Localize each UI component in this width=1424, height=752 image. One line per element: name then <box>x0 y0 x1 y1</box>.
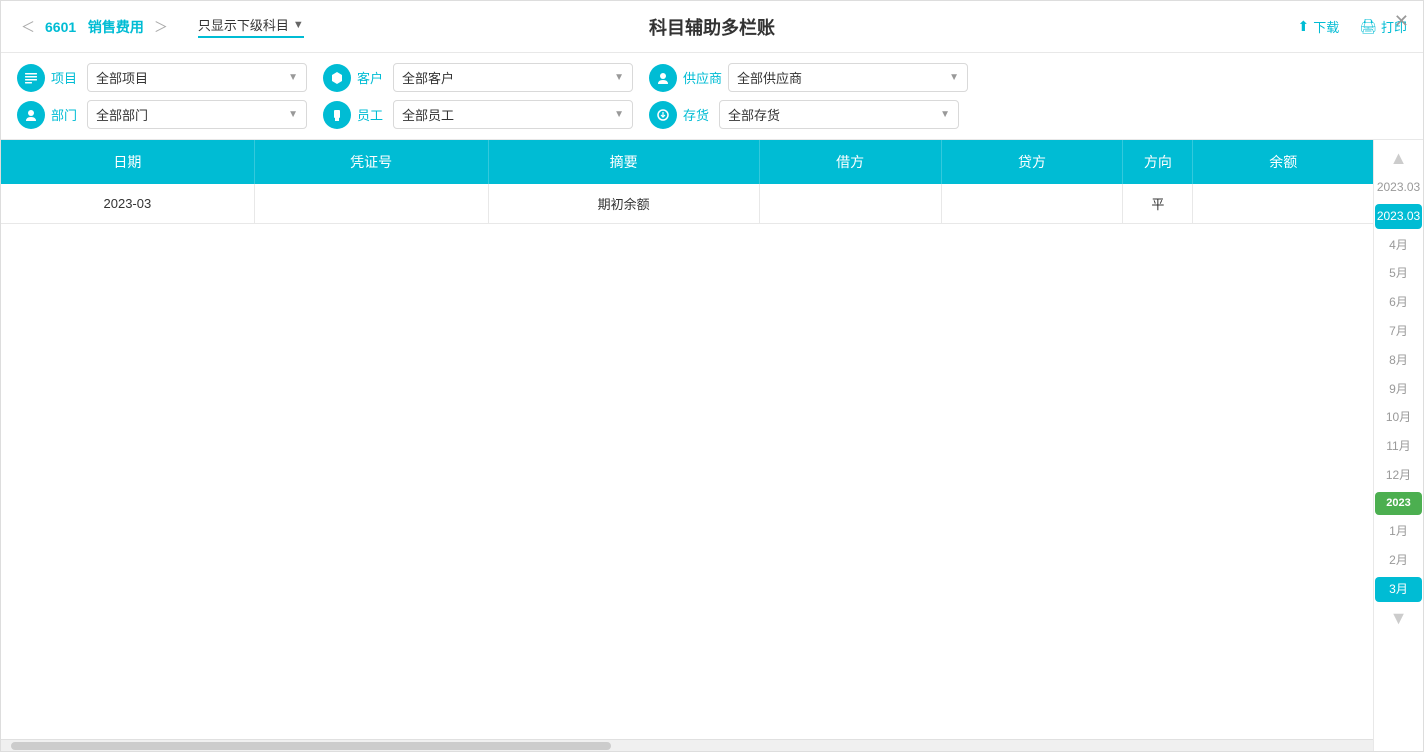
cell-summary: 期初余额 <box>488 184 759 224</box>
col-debit: 借方 <box>759 140 941 184</box>
download-icon: ⬆ <box>1297 18 1309 35</box>
main-window: ＜ 6601 销售费用 ＞ 只显示下级科目 ▼ 科目辅助多栏账 ⬆ 下载 🖨 打… <box>0 0 1424 752</box>
chevron-down-icon: ▼ <box>949 72 959 83</box>
right-sidebar: ▲ 2023.032023.034月5月6月7月8月9月10月11月12月202… <box>1373 140 1423 751</box>
filter-area: 项目 全部项目 ▼ 客户 全部客户 ▼ <box>1 53 1423 140</box>
inventory-icon <box>649 101 677 129</box>
filter-project: 项目 全部项目 ▼ <box>17 63 307 92</box>
sidebar-item[interactable]: 2月 <box>1373 546 1423 575</box>
project-label: 项目 <box>51 68 81 87</box>
chevron-down-icon: ▼ <box>293 19 304 31</box>
sidebar-item[interactable]: 8月 <box>1373 346 1423 375</box>
customer-select[interactable]: 全部客户 ▼ <box>393 63 633 92</box>
horizontal-scrollbar[interactable] <box>1 739 1373 751</box>
ledger-table: 日期 凭证号 摘要 借方 贷方 方向 余额 2023-03 期初余额 平 <box>1 140 1373 224</box>
sidebar-down-arrow[interactable]: ▼ <box>1386 604 1412 633</box>
sidebar-item[interactable]: 10月 <box>1373 403 1423 432</box>
inventory-label: 存货 <box>683 105 713 124</box>
sidebar-item[interactable]: 12月 <box>1373 461 1423 490</box>
employee-icon <box>323 101 351 129</box>
employee-label: 员工 <box>357 105 387 124</box>
col-balance: 余额 <box>1193 140 1373 184</box>
department-icon <box>17 101 45 129</box>
table-area: 日期 凭证号 摘要 借方 贷方 方向 余额 2023-03 期初余额 平 <box>1 140 1373 751</box>
customer-label: 客户 <box>357 68 387 87</box>
employee-select[interactable]: 全部员工 ▼ <box>393 100 633 129</box>
sidebar-item[interactable]: 6月 <box>1373 288 1423 317</box>
supplier-label: 供应商 <box>683 68 722 87</box>
supplier-icon <box>649 64 677 92</box>
supplier-select[interactable]: 全部供应商 ▼ <box>728 63 968 92</box>
col-summary: 摘要 <box>488 140 759 184</box>
filter-row-1: 项目 全部项目 ▼ 客户 全部客户 ▼ <box>17 63 1407 92</box>
page-title: 科目辅助多栏账 <box>649 14 775 40</box>
download-label: 下载 <box>1313 17 1339 36</box>
table-row: 2023-03 期初余额 平 <box>1 184 1373 224</box>
customer-icon <box>323 64 351 92</box>
chevron-down-icon: ▼ <box>288 72 298 83</box>
nav-prev-button[interactable]: ＜ <box>17 15 39 39</box>
header: ＜ 6601 销售费用 ＞ 只显示下级科目 ▼ 科目辅助多栏账 ⬆ 下载 🖨 打… <box>1 1 1423 53</box>
filter-department: 部门 全部部门 ▼ <box>17 100 307 129</box>
show-sub-toggle[interactable]: 只显示下级科目 ▼ <box>198 15 304 38</box>
project-icon <box>17 64 45 92</box>
chevron-down-icon: ▼ <box>614 72 624 83</box>
sidebar-item[interactable]: 3月 <box>1375 577 1422 602</box>
print-icon: 🖨 <box>1359 18 1377 35</box>
sidebar-item[interactable]: 2023 <box>1375 492 1422 515</box>
col-direction: 方向 <box>1123 140 1193 184</box>
show-sub-label: 只显示下级科目 <box>198 15 289 34</box>
cell-voucher <box>254 184 488 224</box>
sidebar-item[interactable]: 11月 <box>1373 432 1423 461</box>
filter-row-2: 部门 全部部门 ▼ 员工 全部员工 ▼ <box>17 100 1407 129</box>
table-header-row: 日期 凭证号 摘要 借方 贷方 方向 余额 <box>1 140 1373 184</box>
header-right: ⬆ 下载 🖨 打印 <box>1297 17 1407 36</box>
sidebar-item[interactable]: 4月 <box>1373 231 1423 260</box>
sidebar-item[interactable]: 5月 <box>1373 259 1423 288</box>
close-button[interactable]: ✕ <box>1394 11 1409 32</box>
col-credit: 贷方 <box>941 140 1123 184</box>
department-select[interactable]: 全部部门 ▼ <box>87 100 307 129</box>
chevron-down-icon: ▼ <box>614 109 624 120</box>
col-date: 日期 <box>1 140 254 184</box>
filter-inventory: 存货 全部存货 ▼ <box>649 100 959 129</box>
cell-direction: 平 <box>1123 184 1193 224</box>
filter-supplier: 供应商 全部供应商 ▼ <box>649 63 968 92</box>
cell-date: 2023-03 <box>1 184 254 224</box>
chevron-down-icon: ▼ <box>288 109 298 120</box>
chevron-down-icon: ▼ <box>940 109 950 120</box>
inventory-select[interactable]: 全部存货 ▼ <box>719 100 959 129</box>
department-label: 部门 <box>51 105 81 124</box>
download-button[interactable]: ⬆ 下载 <box>1297 17 1339 36</box>
filter-employee: 员工 全部员工 ▼ <box>323 100 633 129</box>
filter-customer: 客户 全部客户 ▼ <box>323 63 633 92</box>
sidebar-up-arrow[interactable]: ▲ <box>1386 144 1412 173</box>
cell-debit <box>759 184 941 224</box>
nav-next-button[interactable]: ＞ <box>150 15 172 39</box>
sidebar-item[interactable]: 2023.03 <box>1375 204 1422 229</box>
cell-credit <box>941 184 1123 224</box>
account-code: 6601 销售费用 <box>45 17 144 37</box>
header-left: ＜ 6601 销售费用 ＞ 只显示下级科目 ▼ <box>17 15 304 39</box>
col-voucher: 凭证号 <box>254 140 488 184</box>
sidebar-item[interactable]: 1月 <box>1373 517 1423 546</box>
scrollbar-thumb[interactable] <box>11 742 611 750</box>
sidebar-item[interactable]: 2023.03 <box>1373 173 1423 202</box>
main-area: 日期 凭证号 摘要 借方 贷方 方向 余额 2023-03 期初余额 平 <box>1 140 1423 751</box>
sidebar-item[interactable]: 7月 <box>1373 317 1423 346</box>
cell-balance <box>1193 184 1373 224</box>
sidebar-item[interactable]: 9月 <box>1373 375 1423 404</box>
project-select[interactable]: 全部项目 ▼ <box>87 63 307 92</box>
